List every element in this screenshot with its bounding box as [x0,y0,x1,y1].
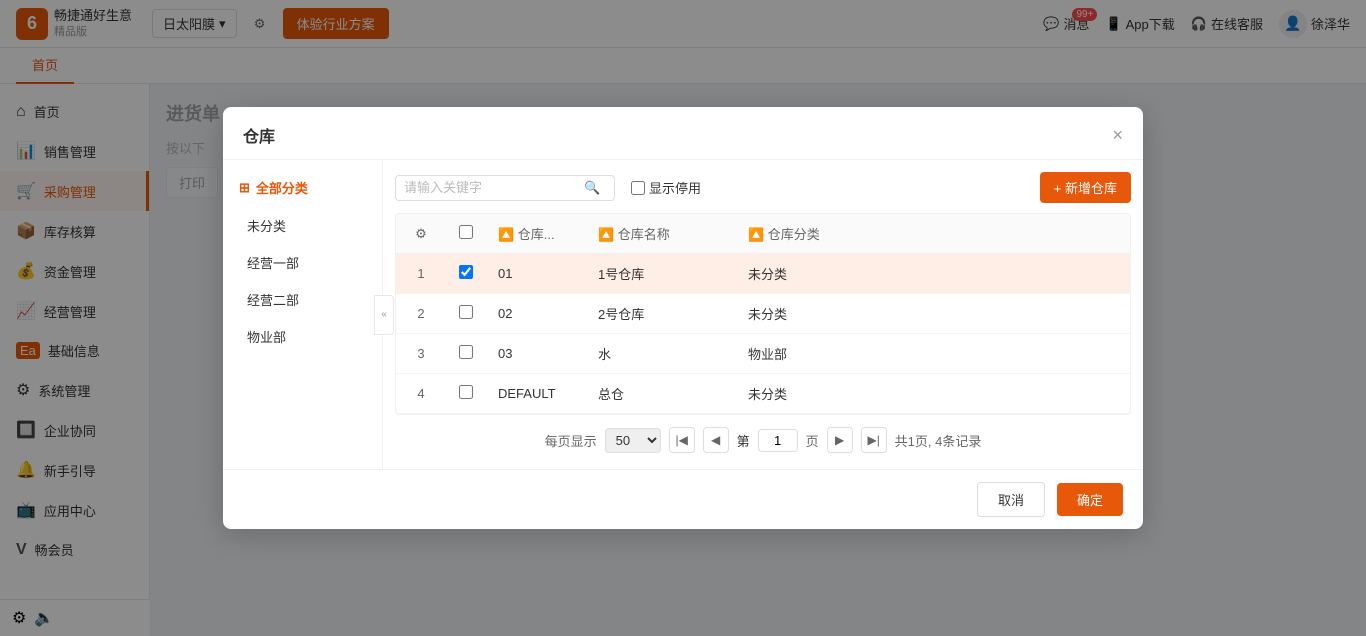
row-code: 02 [486,294,586,334]
collapse-panel-button[interactable]: « [374,295,394,335]
row-code: 03 [486,334,586,374]
table-row[interactable]: 2 02 2号仓库 未分类 [396,294,1130,334]
table-row[interactable]: 1 01 1号仓库 未分类 [396,254,1130,294]
col-header-code[interactable]: 🔼 仓库... [486,214,586,254]
table-row[interactable]: 3 03 水 物业部 [396,334,1130,374]
row-name: 水 [586,334,736,374]
close-button[interactable]: × [1112,126,1123,144]
grid-icon: ⊞ [239,180,250,196]
modal-toolbar: 🔍 显示停用 + 新增仓库 [395,172,1131,203]
row-checkbox[interactable] [446,294,486,334]
show-disabled-checkbox[interactable] [631,181,645,195]
row-checkbox[interactable] [446,334,486,374]
warehouse-modal: 仓库 × ⊞ 全部分类 未分类 经营一部 经营二部 物业部 « [223,107,1143,529]
row-num: 4 [396,374,446,414]
table-row[interactable]: 4 DEFAULT 总仓 未分类 [396,374,1130,414]
col-header-settings[interactable]: ⚙ [396,214,446,254]
row-name: 2号仓库 [586,294,736,334]
per-page-select[interactable]: 50 100 200 [605,428,661,453]
table-header-row: ⚙ 🔼 仓库... 🔼 仓库名称 [396,214,1130,254]
modal-title: 仓库 [243,123,275,147]
modal-pagination: 每页显示 50 100 200 |◀ ◀ 第 页 ▶ ▶| 共1页, 4条记录 [395,415,1131,457]
row-num: 2 [396,294,446,334]
row-num: 1 [396,254,446,294]
last-page-button[interactable]: ▶| [861,427,887,453]
row-category: 物业部 [736,334,1130,374]
warehouse-table: ⚙ 🔼 仓库... 🔼 仓库名称 [395,213,1131,415]
row-category: 未分类 [736,294,1130,334]
total-info: 共1页, 4条记录 [895,431,982,450]
show-disabled-label: 显示停用 [631,178,701,197]
first-page-button[interactable]: |◀ [669,427,695,453]
category-all-label: 全部分类 [256,178,308,197]
category-unclassified[interactable]: 未分类 [223,207,382,244]
row-code: 01 [486,254,586,294]
modal-header: 仓库 × [223,107,1143,160]
cancel-button[interactable]: 取消 [977,482,1045,517]
next-page-button[interactable]: ▶ [827,427,853,453]
category-ops2[interactable]: 经营二部 [223,281,382,318]
select-all-checkbox[interactable] [459,225,473,239]
modal-body: ⊞ 全部分类 未分类 经营一部 经营二部 物业部 « 🔍 [223,160,1143,469]
row-num: 3 [396,334,446,374]
col-header-checkbox [446,214,486,254]
page-unit: 页 [806,431,819,450]
category-ops1[interactable]: 经营一部 [223,244,382,281]
modal-category-panel: ⊞ 全部分类 未分类 经营一部 经营二部 物业部 « [223,160,383,469]
per-page-label: 每页显示 [545,431,597,450]
category-property[interactable]: 物业部 [223,318,382,355]
col-header-category[interactable]: 🔼 仓库分类 [736,214,1130,254]
confirm-button[interactable]: 确定 [1057,483,1123,516]
col-header-name[interactable]: 🔼 仓库名称 [586,214,736,254]
row-checkbox[interactable] [446,374,486,414]
modal-table-panel: 🔍 显示停用 + 新增仓库 ⚙ [383,160,1143,469]
modal-footer: 取消 确定 [223,469,1143,529]
search-wrap: 🔍 [395,175,615,201]
row-name: 总仓 [586,374,736,414]
page-prefix: 第 [737,431,750,450]
page-input[interactable] [758,429,798,452]
add-warehouse-button[interactable]: + 新增仓库 [1040,172,1131,203]
row-code: DEFAULT [486,374,586,414]
row-name: 1号仓库 [586,254,736,294]
search-icon: 🔍 [584,180,600,196]
category-all[interactable]: ⊞ 全部分类 [223,168,382,207]
row-category: 未分类 [736,254,1130,294]
prev-page-button[interactable]: ◀ [703,427,729,453]
row-category: 未分类 [736,374,1130,414]
search-input[interactable] [404,180,584,195]
modal-overlay: 仓库 × ⊞ 全部分类 未分类 经营一部 经营二部 物业部 « [0,0,1366,636]
row-checkbox[interactable] [446,254,486,294]
